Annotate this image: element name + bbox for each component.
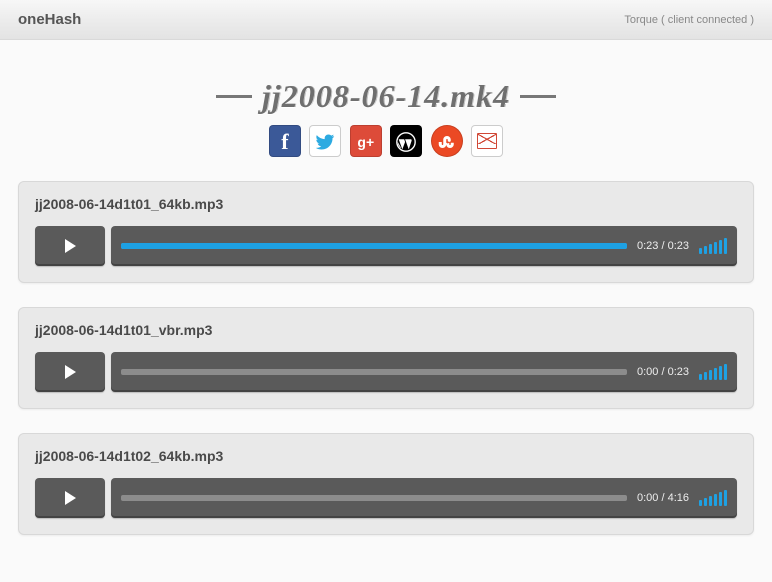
volume-indicator[interactable] xyxy=(699,238,727,254)
track-card: jj2008-06-14d1t01_64kb.mp3 0:23 / 0:23 xyxy=(18,181,754,283)
play-icon xyxy=(65,239,76,253)
play-icon xyxy=(65,491,76,505)
volume-indicator[interactable] xyxy=(699,364,727,380)
title-dash-right xyxy=(520,95,556,98)
time-display: 0:23 / 0:23 xyxy=(637,240,689,252)
progress-fill xyxy=(121,243,627,249)
volume-indicator[interactable] xyxy=(699,490,727,506)
time-display: 0:00 / 0:23 xyxy=(637,366,689,378)
audio-player: 0:00 / 0:23 xyxy=(35,352,737,392)
track-filename: jj2008-06-14d1t01_64kb.mp3 xyxy=(35,196,737,212)
play-button[interactable] xyxy=(35,226,105,266)
wordpress-icon[interactable] xyxy=(390,125,422,157)
title-dash-left xyxy=(216,95,252,98)
track-card: jj2008-06-14d1t01_vbr.mp3 0:00 / 0:23 xyxy=(18,307,754,409)
time-display: 0:00 / 4:16 xyxy=(637,492,689,504)
client-status: Torque ( client connected ) xyxy=(624,14,754,26)
play-button[interactable] xyxy=(35,352,105,392)
title-row: jj2008-06-14.mk4 xyxy=(10,78,762,115)
page-title: jj2008-06-14.mk4 xyxy=(262,78,510,115)
audio-player: 0:23 / 0:23 xyxy=(35,226,737,266)
twitter-icon[interactable] xyxy=(309,125,341,157)
progress-track[interactable] xyxy=(121,243,627,249)
track-filename: jj2008-06-14d1t02_64kb.mp3 xyxy=(35,448,737,464)
facebook-icon[interactable]: f xyxy=(269,125,301,157)
audio-player: 0:00 / 4:16 xyxy=(35,478,737,518)
brand-link[interactable]: oneHash xyxy=(18,11,81,28)
player-bar: 0:00 / 0:23 xyxy=(111,352,737,392)
play-button[interactable] xyxy=(35,478,105,518)
track-card: jj2008-06-14d1t02_64kb.mp3 0:00 / 4:16 xyxy=(18,433,754,535)
top-bar: oneHash Torque ( client connected ) xyxy=(0,0,772,40)
player-bar: 0:00 / 4:16 xyxy=(111,478,737,518)
gmail-icon[interactable] xyxy=(471,125,503,157)
player-bar: 0:23 / 0:23 xyxy=(111,226,737,266)
progress-track[interactable] xyxy=(121,495,627,501)
share-row: f g+ xyxy=(10,125,762,157)
stumbleupon-icon[interactable] xyxy=(431,125,463,157)
googleplus-icon[interactable]: g+ xyxy=(350,125,382,157)
play-icon xyxy=(65,365,76,379)
progress-track[interactable] xyxy=(121,369,627,375)
track-filename: jj2008-06-14d1t01_vbr.mp3 xyxy=(35,322,737,338)
